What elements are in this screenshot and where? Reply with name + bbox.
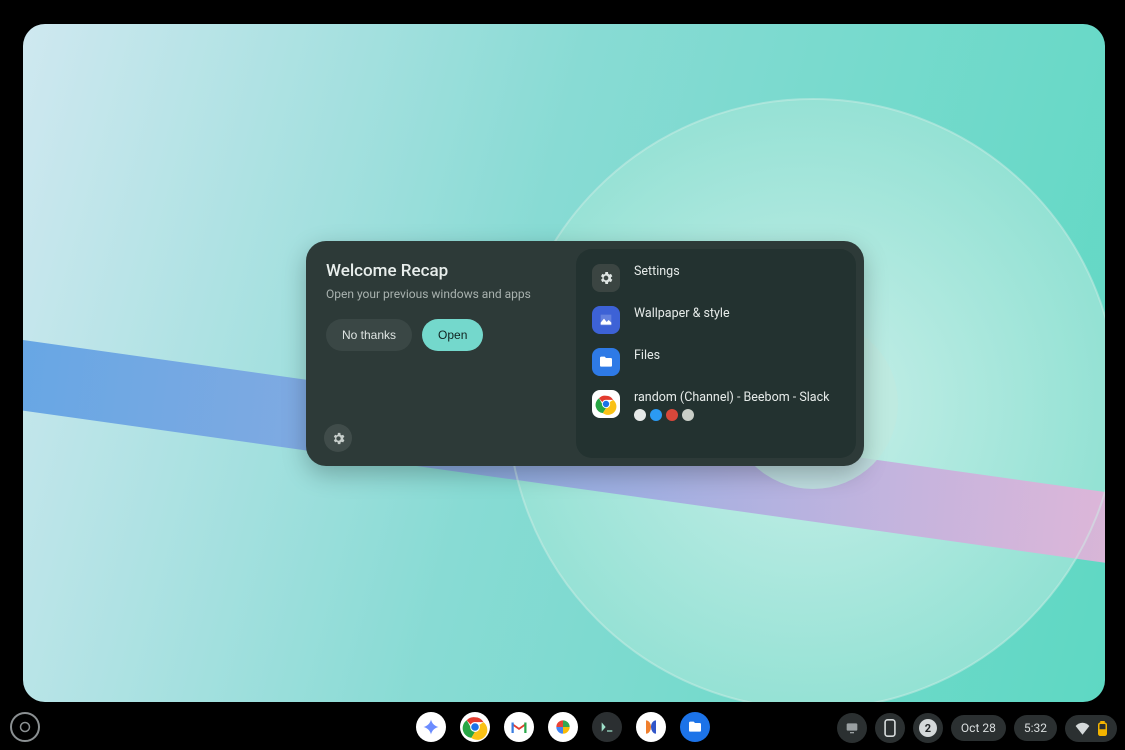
- recap-item-wallpaper[interactable]: Wallpaper & style: [586, 299, 846, 341]
- notification-count: 2: [919, 719, 937, 737]
- wallpaper-icon: [592, 306, 620, 334]
- recap-item-label: Wallpaper & style: [634, 306, 730, 321]
- open-button[interactable]: Open: [422, 319, 483, 351]
- shelf-app-chrome[interactable]: [460, 712, 490, 742]
- time-text: 5:32: [1024, 721, 1047, 735]
- recap-item-label: Files: [634, 348, 660, 363]
- status-time[interactable]: 5:32: [1014, 715, 1057, 741]
- date-text: Oct 28: [961, 721, 996, 735]
- phone-icon: [884, 719, 896, 737]
- launcher-button[interactable]: [10, 712, 40, 742]
- folder-icon: [592, 348, 620, 376]
- settings-icon: [592, 264, 620, 292]
- wifi-icon: [1075, 722, 1090, 735]
- screen-icon: [844, 720, 860, 736]
- gemini-icon: [422, 718, 440, 736]
- recap-app-list: Settings Wallpaper & style Files: [576, 249, 856, 458]
- circle-icon: [19, 721, 31, 733]
- chrome-icon: [462, 714, 488, 740]
- status-phone-hub[interactable]: [875, 713, 905, 743]
- desktop-wallpaper: Welcome Recap Open your previous windows…: [23, 24, 1105, 702]
- chrome-icon: [592, 390, 620, 418]
- status-screenshot-tool[interactable]: [837, 713, 867, 743]
- shelf-app-gmail[interactable]: [504, 712, 534, 742]
- battery-icon: [1098, 721, 1107, 736]
- shelf-app-terminal[interactable]: [592, 712, 622, 742]
- status-notifications[interactable]: 2: [913, 713, 943, 743]
- recap-subtitle: Open your previous windows and apps: [326, 287, 556, 301]
- welcome-recap-card: Welcome Recap Open your previous windows…: [306, 241, 864, 466]
- shelf: 2 Oct 28 5:32: [0, 702, 1125, 750]
- shelf-app-gemini[interactable]: [416, 712, 446, 742]
- folder-icon: [687, 719, 703, 735]
- recap-left-panel: Welcome Recap Open your previous windows…: [306, 241, 576, 466]
- photos-icon: [553, 717, 573, 737]
- recap-item-settings[interactable]: Settings: [586, 257, 846, 299]
- idx-icon: [641, 717, 661, 737]
- shelf-pinned-apps: [416, 712, 710, 742]
- gear-icon: [331, 431, 346, 446]
- shelf-app-photos[interactable]: [548, 712, 578, 742]
- recap-item-files[interactable]: Files: [586, 341, 846, 383]
- shelf-app-idx[interactable]: [636, 712, 666, 742]
- recap-item-chrome-window[interactable]: random (Channel) - Beebom - Slack: [586, 383, 846, 428]
- recap-item-label: Settings: [634, 264, 680, 279]
- chrome-tab-favicons: [634, 409, 829, 421]
- status-area: 2 Oct 28 5:32: [837, 713, 1117, 743]
- terminal-icon: [599, 719, 615, 735]
- recap-item-label: random (Channel) - Beebom - Slack: [634, 390, 829, 405]
- no-thanks-button[interactable]: No thanks: [326, 319, 412, 351]
- recap-settings-button[interactable]: [324, 424, 352, 452]
- recap-title: Welcome Recap: [326, 261, 556, 281]
- gmail-icon: [510, 720, 528, 734]
- status-date[interactable]: Oct 28: [951, 715, 1006, 741]
- status-quick-settings[interactable]: [1065, 715, 1117, 742]
- shelf-app-files[interactable]: [680, 712, 710, 742]
